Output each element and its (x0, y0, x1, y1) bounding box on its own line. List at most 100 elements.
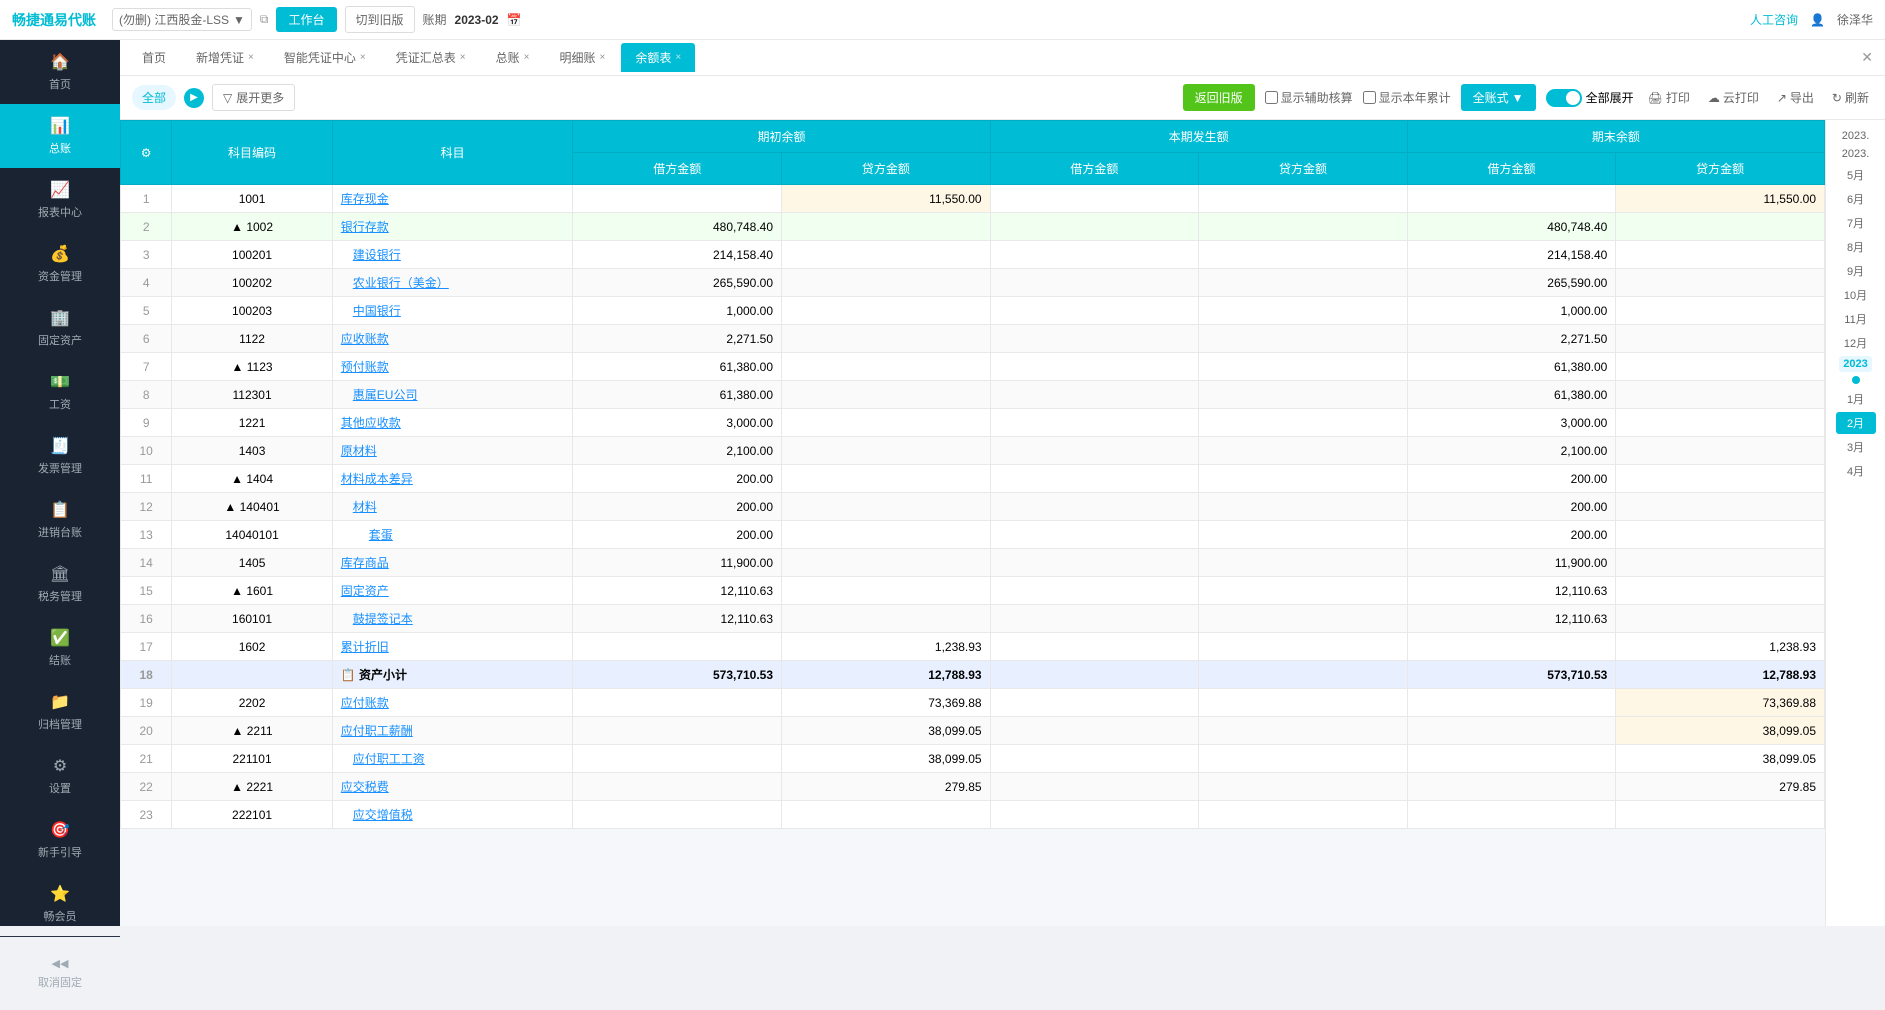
tab-general-ledger-close[interactable]: × (524, 52, 530, 63)
sidebar-item-ledger[interactable]: 📊 总账 (0, 104, 120, 168)
sidebar-item-guide[interactable]: 🎯 新手引导 (0, 808, 120, 872)
row-subject[interactable]: 银行存款 (332, 213, 573, 241)
unpin-button[interactable]: ◀◀ 取消固定 (0, 945, 120, 1002)
sidebar-item-assets[interactable]: 🏢 固定资产 (0, 296, 120, 360)
month-1[interactable]: 1月 (1836, 388, 1876, 410)
sidebar-item-purchase[interactable]: 📋 进销台账 (0, 488, 120, 552)
tab-new-voucher[interactable]: 新增凭证 × (182, 43, 268, 72)
row-subject[interactable]: 套蛋 (332, 521, 573, 549)
toggle-switch[interactable] (1546, 89, 1582, 107)
switch-old-button[interactable]: 切到旧版 (345, 6, 415, 33)
row-subject[interactable]: 应交增值税 (332, 801, 573, 829)
row-subject[interactable]: 农业银行（美金） (332, 269, 573, 297)
company-selector[interactable]: (勿删) 江西股金-LSS ▼ (112, 8, 252, 31)
month-6[interactable]: 6月 (1836, 188, 1876, 210)
tab-new-voucher-close[interactable]: × (248, 52, 254, 63)
tab-home[interactable]: 首页 (128, 43, 180, 72)
sidebar-item-salary[interactable]: 💵 工资 (0, 360, 120, 424)
row-subject[interactable]: 中国银行 (332, 297, 573, 325)
show-aux-input[interactable] (1265, 91, 1278, 104)
export-button[interactable]: ↗ 导出 (1773, 87, 1818, 108)
month-4[interactable]: 4月 (1836, 460, 1876, 482)
tab-smart-voucher-close[interactable]: × (360, 52, 366, 63)
row-end-credit (1616, 521, 1825, 549)
month-2-active[interactable]: 2月 (1836, 412, 1876, 434)
row-subject[interactable]: 应交税费 (332, 773, 573, 801)
row-num: 2 (121, 213, 172, 241)
tab-bar-close-icon[interactable]: ✕ (1857, 45, 1877, 70)
tab-detail-ledger[interactable]: 明细账 × (545, 43, 619, 72)
tab-smart-voucher[interactable]: 智能凭证中心 × (270, 43, 380, 72)
row-subject[interactable]: 建设银行 (332, 241, 573, 269)
row-end-credit: 279.85 (1616, 773, 1825, 801)
sidebar-item-reports[interactable]: 📈 报表中心 (0, 168, 120, 232)
row-subject[interactable]: 累计折旧 (332, 633, 573, 661)
sidebar-item-invoice[interactable]: 🧾 发票管理 (0, 424, 120, 488)
full-style-button[interactable]: 全账式 ▼ (1461, 84, 1536, 111)
row-curr-credit (1199, 493, 1408, 521)
month-7[interactable]: 7月 (1836, 212, 1876, 234)
app-logo: 畅捷通易代账 (12, 10, 96, 30)
cloud-print-button[interactable]: ☁ 云打印 (1704, 87, 1763, 108)
filter-arrow-btn[interactable]: ▶ (184, 88, 204, 108)
month-3[interactable]: 3月 (1836, 436, 1876, 458)
print-button[interactable]: 🖨 打印 (1644, 87, 1694, 108)
consultant-btn[interactable]: 人工咨询 (1750, 11, 1798, 28)
row-subject[interactable]: 库存商品 (332, 549, 573, 577)
tab-balance[interactable]: 余额表 × (621, 43, 695, 72)
row-end-debit (1407, 689, 1616, 717)
month-12[interactable]: 12月 (1836, 332, 1876, 354)
row-subject[interactable]: 其他应收款 (332, 409, 573, 437)
copy-icon[interactable]: ⧉ (260, 12, 269, 27)
sidebar-item-archive[interactable]: 📁 归档管理 (0, 680, 120, 744)
sidebar-item-closing[interactable]: ✅ 结账 (0, 616, 120, 680)
row-num: 5 (121, 297, 172, 325)
sidebar-item-home[interactable]: 🏠 首页 (0, 40, 120, 104)
sidebar-item-tax[interactable]: 🏛 税务管理 (0, 552, 120, 616)
tab-general-ledger[interactable]: 总账 × (482, 43, 544, 72)
row-subject[interactable]: 应收账款 (332, 325, 573, 353)
tab-voucher-summary-close[interactable]: × (460, 52, 466, 63)
filter-all[interactable]: 全部 (132, 85, 176, 110)
row-subject[interactable]: 材料 (332, 493, 573, 521)
tab-balance-close[interactable]: × (675, 52, 681, 63)
row-subject[interactable]: 固定资产 (332, 577, 573, 605)
sidebar-item-member[interactable]: ⭐ 畅会员 (0, 872, 120, 936)
row-subject[interactable]: 库存现金 (332, 185, 573, 213)
show-ytd-input[interactable] (1363, 91, 1376, 104)
workbench-button[interactable]: 工作台 (276, 7, 336, 32)
show-aux-checkbox[interactable]: 显示辅助核算 (1265, 89, 1353, 106)
row-subject[interactable]: 预付账款 (332, 353, 573, 381)
row-subject[interactable]: 材料成本差异 (332, 465, 573, 493)
row-subject[interactable]: 鼓提签记本 (332, 605, 573, 633)
table-row: 22▲ 2221应交税费279.85279.85 (121, 773, 1825, 801)
row-curr-debit (990, 521, 1199, 549)
show-ytd-checkbox[interactable]: 显示本年累计 (1363, 89, 1451, 106)
row-subject[interactable]: 应付职工薪酬 (332, 717, 573, 745)
row-subject[interactable]: 应付职工工资 (332, 745, 573, 773)
month-11[interactable]: 11月 (1836, 308, 1876, 330)
month-5[interactable]: 5月 (1836, 164, 1876, 186)
row-period-debit: 61,380.00 (573, 381, 782, 409)
row-period-debit: 214,158.40 (573, 241, 782, 269)
row-num: 10 (121, 437, 172, 465)
row-subject[interactable]: 应付账款 (332, 689, 573, 717)
sidebar-item-settings[interactable]: ⚙ 设置 (0, 744, 120, 808)
refresh-button[interactable]: ↻ 刷新 (1828, 87, 1873, 108)
expand-all-toggle[interactable]: 全部展开 (1546, 89, 1634, 107)
row-curr-credit (1199, 381, 1408, 409)
expand-more-button[interactable]: ▽ 展开更多 (212, 84, 295, 111)
row-period-debit: 573,710.53 (573, 661, 782, 689)
sidebar-item-capital[interactable]: 💰 资金管理 (0, 232, 120, 296)
tab-detail-ledger-close[interactable]: × (599, 52, 605, 63)
month-9[interactable]: 9月 (1836, 260, 1876, 282)
month-8[interactable]: 8月 (1836, 236, 1876, 258)
return-old-button[interactable]: 返回旧版 (1183, 84, 1255, 111)
row-period-debit (573, 185, 782, 213)
month-10[interactable]: 10月 (1836, 284, 1876, 306)
tab-voucher-summary[interactable]: 凭证汇总表 × (382, 43, 480, 72)
calendar-icon[interactable]: 📅 (507, 13, 522, 27)
row-subject[interactable]: 原材料 (332, 437, 573, 465)
table-row: 141405库存商品11,900.0011,900.00 (121, 549, 1825, 577)
row-subject[interactable]: 惠属EU公司 (332, 381, 573, 409)
